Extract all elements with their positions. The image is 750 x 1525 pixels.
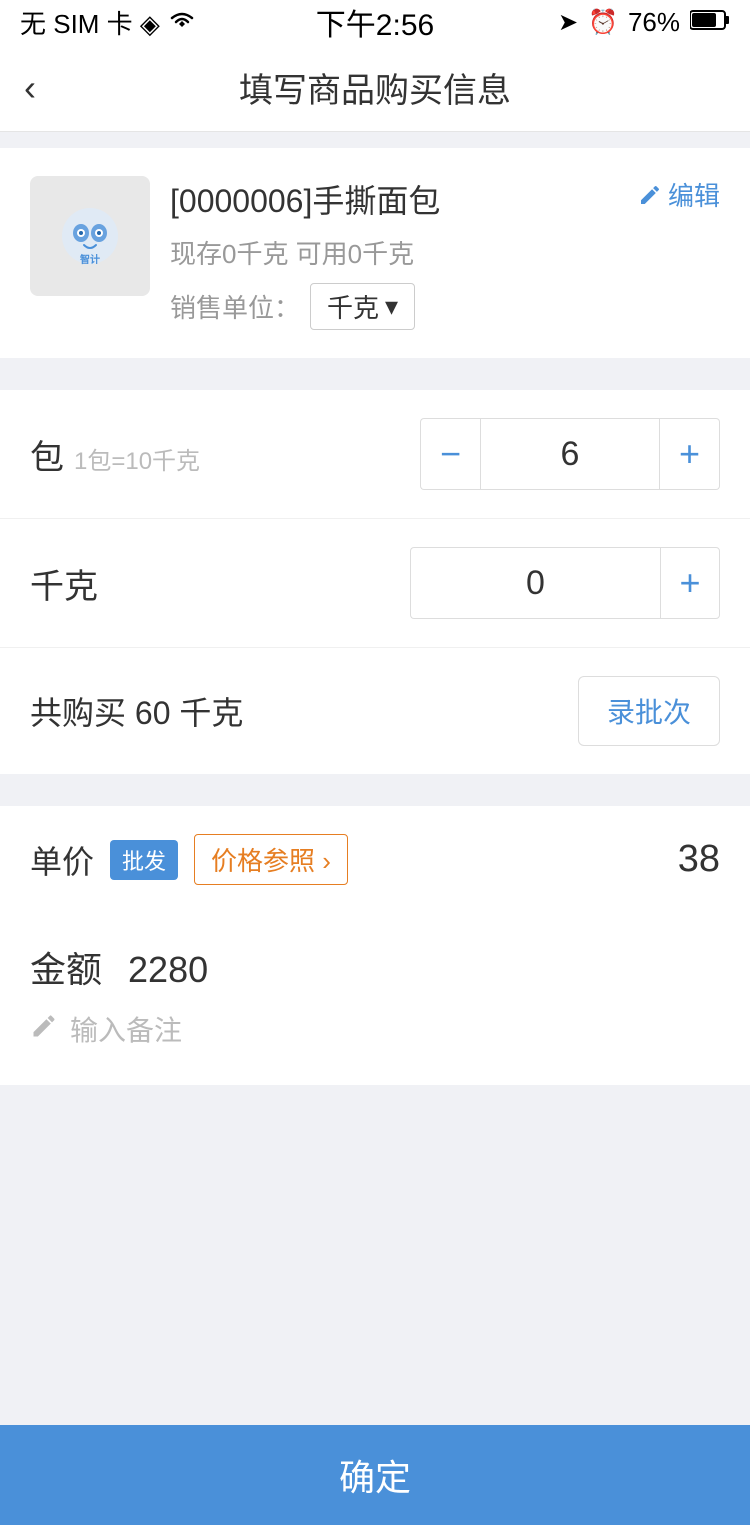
separator-2 [0,774,750,790]
status-right: ➤ ⏰ 76% [558,7,730,38]
price-value: 38 [678,838,720,881]
package-row: 包 1包=10千克 − + [0,390,750,519]
battery-label: 76% [628,7,680,38]
chevron-down-icon: ▾ [385,291,398,322]
unit-select[interactable]: 千克 ▾ [310,283,415,330]
kilogram-label: 千克 [30,559,410,608]
amount-label: 金额 [30,949,102,990]
battery-icon [690,7,730,38]
confirm-button[interactable]: 确定 [0,1425,750,1525]
edit-button[interactable]: 编辑 [638,176,720,213]
status-time: 下午2:56 [316,0,434,44]
page-title: 填写商品购买信息 [239,63,511,112]
kilogram-plus-button[interactable]: + [660,547,720,619]
package-input[interactable] [480,418,660,490]
alarm-icon: ⏰ [588,8,618,37]
note-label[interactable]: 输入备注 [70,1009,182,1049]
sim-label: 无 SIM 卡 ◈ [20,4,160,41]
amount-row: 金额 2280 [30,941,720,993]
kilogram-input[interactable] [410,547,660,619]
product-logo-icon: 智计 [55,201,125,271]
product-image: 智计 [30,176,150,296]
amount-section: 金额 2280 输入备注 [0,913,750,1085]
package-controls: − + [420,418,720,490]
price-reference-button[interactable]: 价格参照 › [194,834,348,885]
summary-row: 共购买 60 千克 录批次 [0,647,750,774]
separator-1 [0,358,750,374]
product-unit-row: 销售单位： 千克 ▾ [170,283,720,330]
summary-text: 共购买 60 千克 [30,688,243,734]
package-label: 包 1包=10千克 [30,430,420,479]
price-section: 单价 批发 价格参照 › 38 [0,806,750,913]
status-left: 无 SIM 卡 ◈ [20,4,196,41]
pencil-icon [30,1012,58,1047]
spacer [0,1085,750,1425]
svg-text:智计: 智计 [80,253,100,266]
status-bar: 无 SIM 卡 ◈ 下午2:56 ➤ ⏰ 76% [0,0,750,44]
kilogram-row: 千克 + [0,519,750,647]
kilogram-controls: + [410,547,720,619]
amount-content: 金额 2280 输入备注 [0,913,750,1085]
package-hint: 1包=10千克 [74,441,200,476]
wifi-icon [168,7,196,38]
confirm-label: 确定 [339,1449,411,1501]
package-minus-button[interactable]: − [420,418,480,490]
note-row[interactable]: 输入备注 [30,1009,720,1069]
record-batch-button[interactable]: 录批次 [578,676,720,746]
price-badge: 批发 [110,840,178,880]
edit-icon [638,183,662,207]
location-icon: ➤ [558,8,578,37]
nav-bar: ‹ 填写商品购买信息 [0,44,750,132]
unit-label: 销售单位： [170,288,300,325]
back-button[interactable]: ‹ [24,67,36,109]
price-row: 单价 批发 价格参照 › 38 [30,834,720,885]
price-label: 单价 [30,837,94,883]
product-stock: 现存0千克 可用0千克 [170,234,720,271]
product-card: 智计 [0000006]手撕面包 现存0千克 可用0千克 销售单位： 千克 ▾ … [0,148,750,358]
package-plus-button[interactable]: + [660,418,720,490]
amount-value: 2280 [128,949,208,990]
quantity-section: 包 1包=10千克 − + 千克 + 共购买 60 千克 录批次 [0,390,750,774]
